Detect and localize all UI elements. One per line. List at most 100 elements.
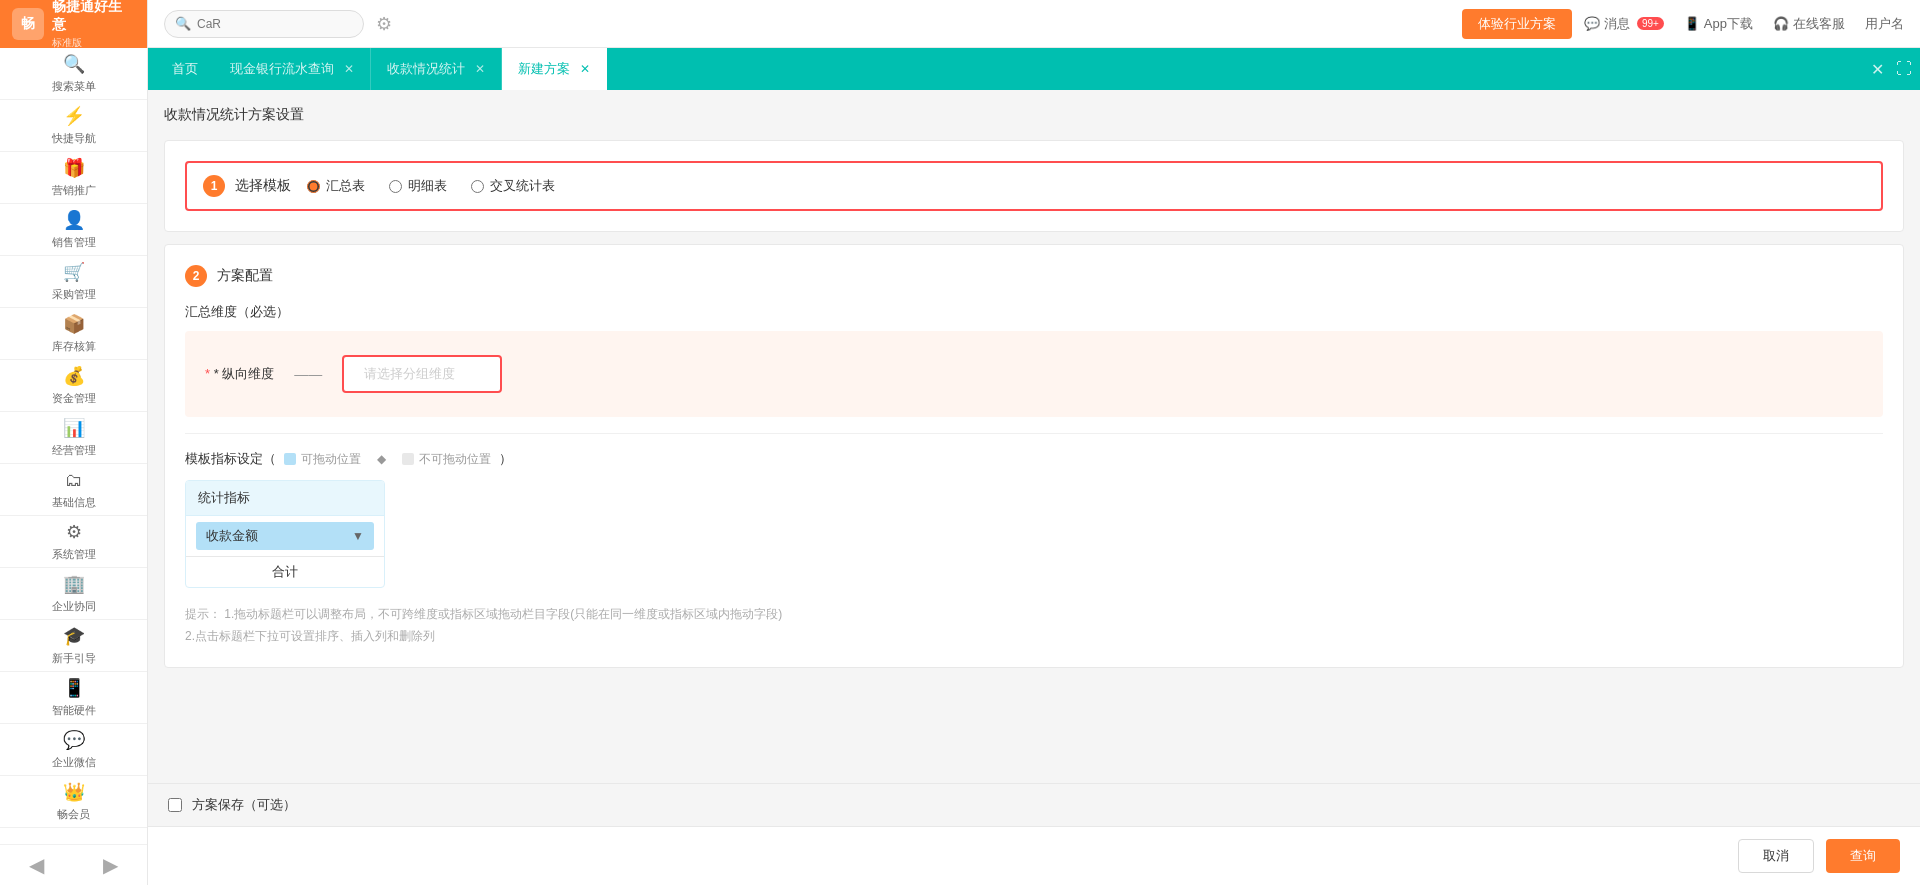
corp-icon: 🏢 [63,573,85,595]
app-download-item[interactable]: 📱 App下载 [1684,15,1753,33]
dimension-select-box[interactable]: 请选择分组维度 [342,355,502,393]
hardware-icon: 📱 [63,677,85,699]
template-radio-group: 汇总表 明细表 交叉统计表 [307,177,555,195]
sidebar-label-search: 搜索菜单 [52,79,96,94]
draggable-dot [284,453,296,465]
tab-home[interactable]: 首页 [156,48,214,90]
indicator-header: 模板指标设定（ 可拖动位置 ◆ 不可拖动位置 [185,450,1883,468]
step2-header: 2 方案配置 [185,265,1883,287]
indicator-section: 模板指标设定（ 可拖动位置 ◆ 不可拖动位置 [185,433,1883,588]
sidebar-label-inventory: 库存核算 [52,339,96,354]
step2-card: 2 方案配置 汇总维度（必选） * * 纵向维度 —— 请选择分组维度 [164,244,1904,668]
radio-summary[interactable]: 汇总表 [307,177,365,195]
cancel-button[interactable]: 取消 [1738,839,1814,873]
sidebar-bottom-left-icon[interactable]: ◀ [29,853,44,877]
dimension-area: * * 纵向维度 —— 请选择分组维度 [185,331,1883,417]
tip-line1: 提示： 1.拖动标题栏可以调整布局，不可跨维度或指标区域拖动栏目字段(只能在同一… [185,604,1883,626]
tab-new-scheme-label: 新建方案 [518,60,570,78]
sidebar-item-hardware[interactable]: 📱 智能硬件 [0,672,147,724]
system-icon: ⚙ [66,521,82,543]
radio-cross-label: 交叉统计表 [490,177,555,195]
sidebar-item-member[interactable]: 👑 畅会员 [0,776,147,828]
tabbar: 首页 现金银行流水查询 ✕ 收款情况统计 ✕ 新建方案 ✕ ✕ ⛶ [148,48,1920,90]
sidebar-label-quicknav: 快捷导航 [52,131,96,146]
sidebar-item-sales[interactable]: 👤 销售管理 [0,204,147,256]
legend-draggable-label: 可拖动位置 [301,451,361,468]
sidebar-item-search[interactable]: 🔍 搜索菜单 [0,48,147,100]
content-area: 收款情况统计方案设置 1 选择模板 汇总表 [148,90,1920,885]
marketing-icon: 🎁 [63,157,85,179]
legend-separator: ◆ [377,452,386,466]
radio-cross[interactable]: 交叉统计表 [471,177,555,195]
maximize-icon[interactable]: ⛶ [1896,60,1912,79]
step2-section: 汇总维度（必选） * * 纵向维度 —— 请选择分组维度 [185,303,1883,417]
tab-cashflow-close[interactable]: ✕ [344,62,354,76]
step1-header: 1 选择模板 [203,175,291,197]
sidebar-item-wechat[interactable]: 💬 企业微信 [0,724,147,776]
sidebar-label-purchase: 采购管理 [52,287,96,302]
page-title: 收款情况统计方案设置 [164,106,1904,124]
search-input[interactable] [197,17,327,31]
sidebar-logo: 畅 畅捷通好生意 标准版 [0,0,147,48]
sidebar: 畅 畅捷通好生意 标准版 🔍 搜索菜单 ⚡ 快捷导航 🎁 营销推广 👤 销售管理… [0,0,148,885]
footer-bar: 取消 查询 [148,826,1920,885]
sidebar-item-inventory[interactable]: 📦 库存核算 [0,308,147,360]
tab-new-scheme[interactable]: 新建方案 ✕ [502,48,607,90]
quicknav-icon: ⚡ [63,105,85,127]
wechat-icon: 💬 [63,729,85,751]
gear-icon[interactable]: ⚙ [376,13,392,35]
tabbar-actions: ✕ ⛶ [1871,60,1912,79]
finance-icon: 💰 [63,365,85,387]
sidebar-item-finance[interactable]: 💰 资金管理 [0,360,147,412]
support-icon: 🎧 [1773,16,1789,31]
notification-icon: 💬 [1584,16,1600,31]
business-icon: 📊 [63,417,85,439]
tips-section: 提示： 1.拖动标题栏可以调整布局，不可跨维度或指标区域拖动栏目字段(只能在同一… [185,604,1883,647]
trial-button[interactable]: 体验行业方案 [1462,9,1572,39]
indicator-tag-receipt[interactable]: 收款金额 ▼ [196,522,374,550]
notification-item[interactable]: 💬 消息 99+ [1584,15,1664,33]
main-area: 🔍 ⚙ 体验行业方案 💬 消息 99+ 📱 App下载 🎧 在线客服 用户名 [148,0,1920,885]
sidebar-label-member: 畅会员 [57,807,90,822]
tab-cashflow-label: 现金银行流水查询 [230,60,334,78]
tab-receipt-stats[interactable]: 收款情况统计 ✕ [371,48,502,90]
indicator-table-header: 统计指标 [186,481,384,516]
step1-number: 1 [203,175,225,197]
indicator-table: 统计指标 收款金额 ▼ 合计 [185,480,385,588]
legend-non-draggable: 不可拖动位置 [402,451,491,468]
app-icon: 📱 [1684,16,1700,31]
dimension-arrow: —— [294,366,322,382]
indicator-subtotal: 合计 [186,556,384,587]
user-item[interactable]: 用户名 [1865,15,1904,33]
tab-receipt-close[interactable]: ✕ [475,62,485,76]
required-star: * [205,366,210,381]
indicator-tag-arrow[interactable]: ▼ [352,529,364,543]
content-inner: 收款情况统计方案设置 1 选择模板 汇总表 [148,90,1920,783]
sidebar-item-marketing[interactable]: 🎁 营销推广 [0,152,147,204]
sidebar-item-business[interactable]: 📊 经营管理 [0,412,147,464]
sidebar-item-purchase[interactable]: 🛒 采购管理 [0,256,147,308]
sidebar-label-newbie: 新手引导 [52,651,96,666]
radio-summary-label: 汇总表 [326,177,365,195]
close-all-icon[interactable]: ✕ [1871,60,1884,79]
sidebar-item-quicknav[interactable]: ⚡ 快捷导航 [0,100,147,152]
dimension-label: * * 纵向维度 [205,365,274,383]
notification-badge: 99+ [1637,17,1664,30]
search-bar[interactable]: 🔍 [164,10,364,38]
query-button[interactable]: 查询 [1826,839,1900,873]
sidebar-item-newbie[interactable]: 🎓 新手引导 [0,620,147,672]
save-checkbox[interactable] [168,798,182,812]
online-support-item[interactable]: 🎧 在线客服 [1773,15,1845,33]
step2-number: 2 [185,265,207,287]
sidebar-item-system[interactable]: ⚙ 系统管理 [0,516,147,568]
tab-cashflow[interactable]: 现金银行流水查询 ✕ [214,48,371,90]
tab-new-scheme-close[interactable]: ✕ [580,62,590,76]
subsection-title: 汇总维度（必选） [185,303,1883,321]
sidebar-bottom-right-icon[interactable]: ▶ [103,853,118,877]
sidebar-item-basic[interactable]: 🗂 基础信息 [0,464,147,516]
sidebar-label-hardware: 智能硬件 [52,703,96,718]
legend-draggable: 可拖动位置 [284,451,361,468]
sidebar-item-corp[interactable]: 🏢 企业协同 [0,568,147,620]
purchase-icon: 🛒 [63,261,85,283]
radio-detail[interactable]: 明细表 [389,177,447,195]
